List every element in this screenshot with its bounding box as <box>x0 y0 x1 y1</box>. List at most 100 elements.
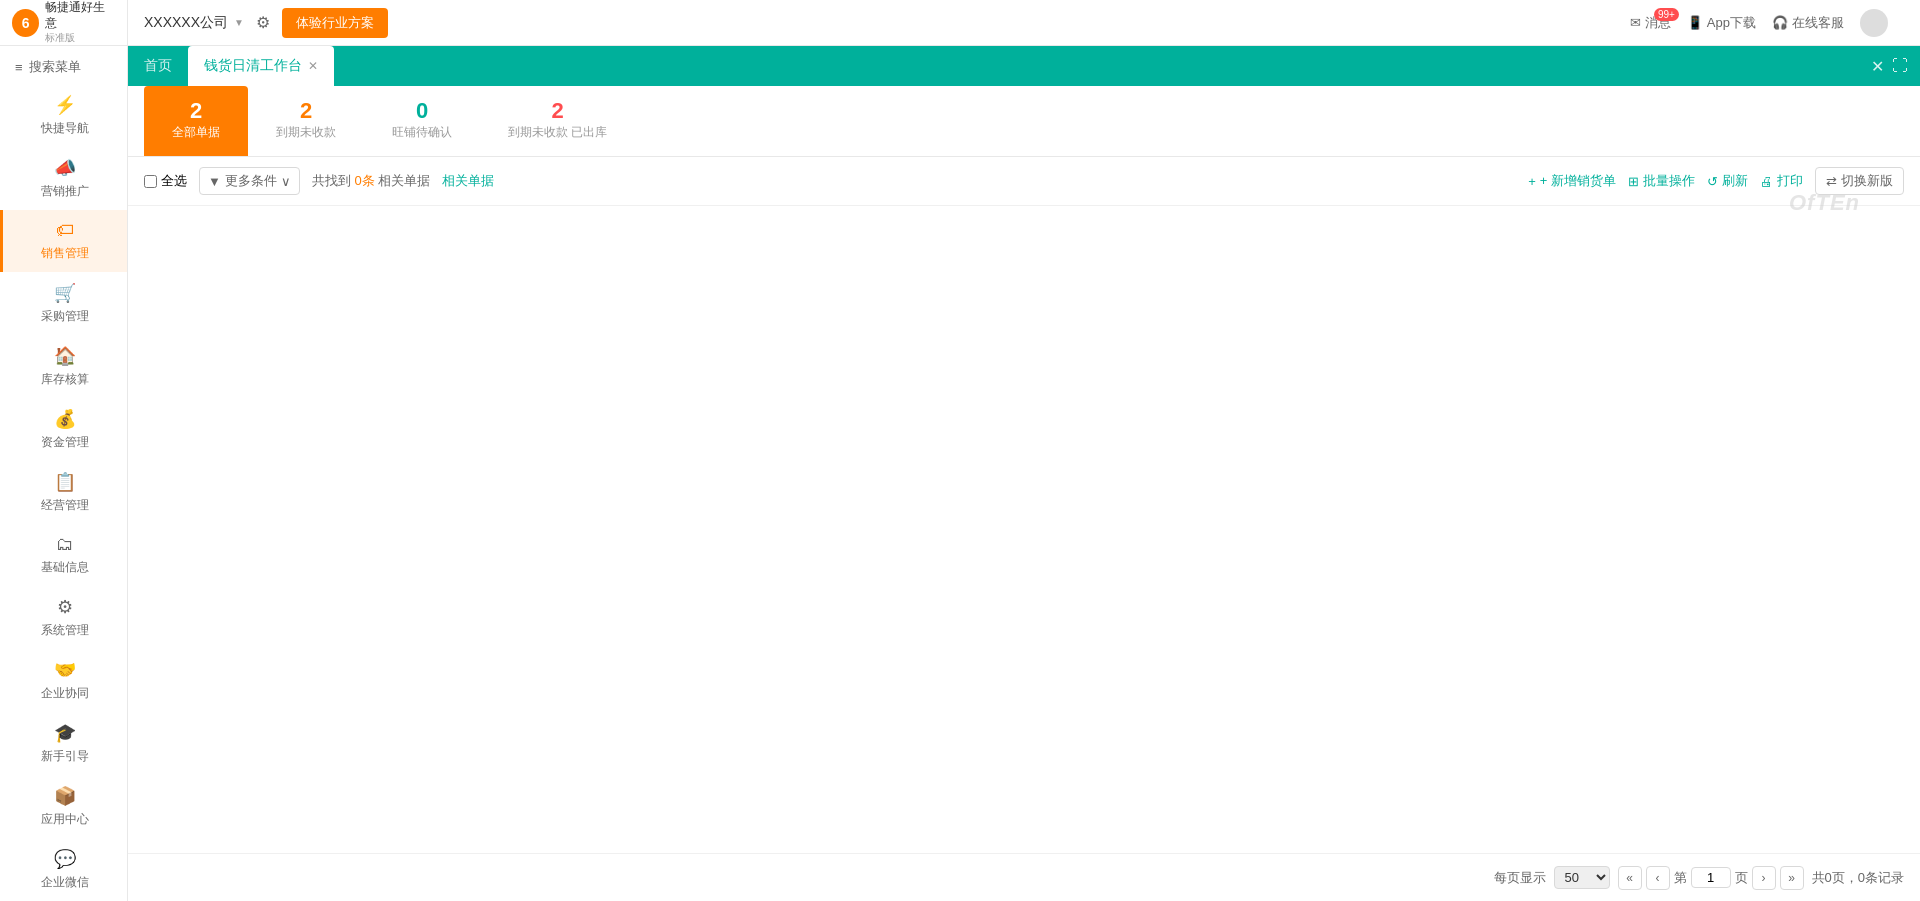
related-link[interactable]: 相关单据 <box>442 172 494 190</box>
found-text: 共找到 0条 相关单据 <box>312 172 430 190</box>
company-dropdown-icon: ▼ <box>234 17 244 28</box>
content-area: 2 全部单据 2 到期未收款 0 旺铺待确认 2 到期未收款 已出库 全选 <box>128 86 1920 901</box>
stat-tab-all[interactable]: 2 全部单据 <box>144 86 248 156</box>
experience-button[interactable]: 体验行业方案 <box>282 8 388 38</box>
avatar[interactable] <box>1860 9 1888 37</box>
company-name: XXXXXX公司 <box>144 14 228 32</box>
page-total: 共0页，0条记录 <box>1812 869 1904 887</box>
message-icon: ✉ <box>1630 15 1641 30</box>
select-all-checkbox[interactable]: 全选 <box>144 172 187 190</box>
page-first-button[interactable]: « <box>1618 866 1642 890</box>
select-all-label: 全选 <box>161 172 187 190</box>
management-label: 经营管理 <box>41 497 89 514</box>
logo-icon: 6 <box>12 9 39 37</box>
online-service-area[interactable]: 🎧 在线客服 <box>1772 14 1844 32</box>
refresh-button[interactable]: ↺ 刷新 <box>1707 172 1748 190</box>
stat-tab-wangpu[interactable]: 0 旺铺待确认 <box>364 86 480 156</box>
guide-icon: 🎓 <box>54 722 76 744</box>
app-download-icon: 📱 <box>1687 15 1703 30</box>
sidebar-item-wechat[interactable]: 💬 企业微信 <box>0 838 127 901</box>
switch-version-button[interactable]: ⇄ 切换新版 <box>1815 167 1904 195</box>
sidebar-item-purchase[interactable]: 🛒 采购管理 <box>0 272 127 335</box>
stat-tab-overdue[interactable]: 2 到期未收款 <box>248 86 364 156</box>
batch-operation-button[interactable]: ⊞ 批量操作 <box>1628 172 1695 190</box>
filter-icon: ▼ <box>208 174 221 189</box>
finance-icon: 💰 <box>54 408 76 430</box>
select-all-input[interactable] <box>144 175 157 188</box>
tab-collapse-icon[interactable]: ✕ <box>1871 57 1884 76</box>
switch-icon: ⇄ <box>1826 174 1837 189</box>
header-right: ✉ 消息 99+ 📱 App下载 🎧 在线客服 <box>1630 9 1904 37</box>
filter-dropdown-icon: ∨ <box>281 174 291 189</box>
app-download-area[interactable]: 📱 App下载 <box>1687 14 1756 32</box>
tab-expand-icon[interactable]: ⛶ <box>1892 57 1908 75</box>
sidebar-item-quick-nav[interactable]: ⚡ 快捷导航 <box>0 84 127 147</box>
stat-tab-shipped[interactable]: 2 到期未收款 已出库 <box>480 86 635 156</box>
stat-all-number: 2 <box>190 98 202 124</box>
basic-info-label: 基础信息 <box>41 559 89 576</box>
logo-text-area: 畅捷通好生意 标准版 <box>45 0 115 45</box>
tab-bar: 首页 钱货日清工作台 ✕ ✕ ⛶ <box>128 46 1920 86</box>
settings-icon[interactable]: ⚙ <box>256 13 270 32</box>
tab-workbench-label: 钱货日清工作台 <box>204 57 302 75</box>
refresh-label: 刷新 <box>1722 172 1748 190</box>
stat-overdue-number: 2 <box>300 98 312 124</box>
company-selector[interactable]: XXXXXX公司 ▼ <box>144 14 244 32</box>
page-label-suffix: 页 <box>1735 869 1748 887</box>
print-button[interactable]: 🖨 打印 <box>1760 172 1803 190</box>
sidebar-item-system[interactable]: ⚙ 系统管理 <box>0 586 127 649</box>
sidebar-item-finance[interactable]: 💰 资金管理 <box>0 398 127 461</box>
purchase-label: 采购管理 <box>41 308 89 325</box>
wechat-label: 企业微信 <box>41 874 89 891</box>
finance-label: 资金管理 <box>41 434 89 451</box>
sales-icon: 🏷 <box>56 220 74 241</box>
sidebar-item-sales[interactable]: 🏷 销售管理 <box>0 210 127 272</box>
page-input[interactable] <box>1691 867 1731 888</box>
batch-label: 批量操作 <box>1643 172 1695 190</box>
stat-all-label: 全部单据 <box>172 124 220 141</box>
top-header: XXXXXX公司 ▼ ⚙ 体验行业方案 ✉ 消息 99+ 📱 App下载 🎧 在… <box>128 0 1920 46</box>
basic-info-icon: 🗂 <box>56 534 74 555</box>
sidebar-item-enterprise[interactable]: 🤝 企业协同 <box>0 649 127 712</box>
stat-wangpu-number: 0 <box>416 98 428 124</box>
add-sales-order-button[interactable]: + + 新增销货单 <box>1528 172 1616 190</box>
stat-overdue-label: 到期未收款 <box>276 124 336 141</box>
sidebar-search[interactable]: ≡ 搜索菜单 <box>0 50 127 84</box>
add-label: + 新增销货单 <box>1540 172 1616 190</box>
enterprise-label: 企业协同 <box>41 685 89 702</box>
page-navigation: « ‹ 第 页 › » <box>1618 866 1804 890</box>
sidebar-item-management[interactable]: 📋 经营管理 <box>0 461 127 524</box>
sidebar-item-basic-info[interactable]: 🗂 基础信息 <box>0 524 127 586</box>
stat-shipped-label: 到期未收款 已出库 <box>508 124 607 141</box>
switch-label: 切换新版 <box>1841 172 1893 190</box>
toolbar: 全选 ▼ 更多条件 ∨ 共找到 0条 相关单据 相关单据 + + 新增销货单 <box>128 157 1920 206</box>
page-last-button[interactable]: » <box>1780 866 1804 890</box>
page-num-label: 第 <box>1674 869 1687 887</box>
toolbar-left: 全选 ▼ 更多条件 ∨ 共找到 0条 相关单据 相关单据 <box>144 167 494 195</box>
page-size-select[interactable]: 50 10 20 100 <box>1554 866 1610 889</box>
page-prev-button[interactable]: ‹ <box>1646 866 1670 890</box>
app-center-label: 应用中心 <box>41 811 89 828</box>
toolbar-right: + + 新增销货单 ⊞ 批量操作 ↺ 刷新 🖨 打印 ⇄ 切换新版 <box>1528 167 1904 195</box>
filter-button[interactable]: ▼ 更多条件 ∨ <box>199 167 300 195</box>
message-area[interactable]: ✉ 消息 99+ <box>1630 14 1671 32</box>
header-left: XXXXXX公司 ▼ ⚙ 体验行业方案 <box>144 8 388 38</box>
tab-workbench[interactable]: 钱货日清工作台 ✕ <box>188 46 334 86</box>
sidebar-item-marketing[interactable]: 📣 营销推广 <box>0 147 127 210</box>
sidebar: 6 畅捷通好生意 标准版 ≡ 搜索菜单 ⚡ 快捷导航 📣 营销推广 🏷 销售管理… <box>0 0 128 901</box>
print-label: 打印 <box>1777 172 1803 190</box>
tab-close-icon[interactable]: ✕ <box>308 59 318 73</box>
tab-home-label: 首页 <box>144 57 172 75</box>
enterprise-icon: 🤝 <box>54 659 76 681</box>
sidebar-item-app-center[interactable]: 📦 应用中心 <box>0 775 127 838</box>
tab-home[interactable]: 首页 <box>128 46 188 86</box>
quick-nav-icon: ⚡ <box>54 94 76 116</box>
inventory-label: 库存核算 <box>41 371 89 388</box>
quick-nav-label: 快捷导航 <box>41 120 89 137</box>
sidebar-item-inventory[interactable]: 🏠 库存核算 <box>0 335 127 398</box>
system-icon: ⚙ <box>57 596 73 618</box>
page-size-label: 每页显示 <box>1494 869 1546 887</box>
stats-tabs: 2 全部单据 2 到期未收款 0 旺铺待确认 2 到期未收款 已出库 <box>128 86 1920 157</box>
sidebar-item-guide[interactable]: 🎓 新手引导 <box>0 712 127 775</box>
page-next-button[interactable]: › <box>1752 866 1776 890</box>
